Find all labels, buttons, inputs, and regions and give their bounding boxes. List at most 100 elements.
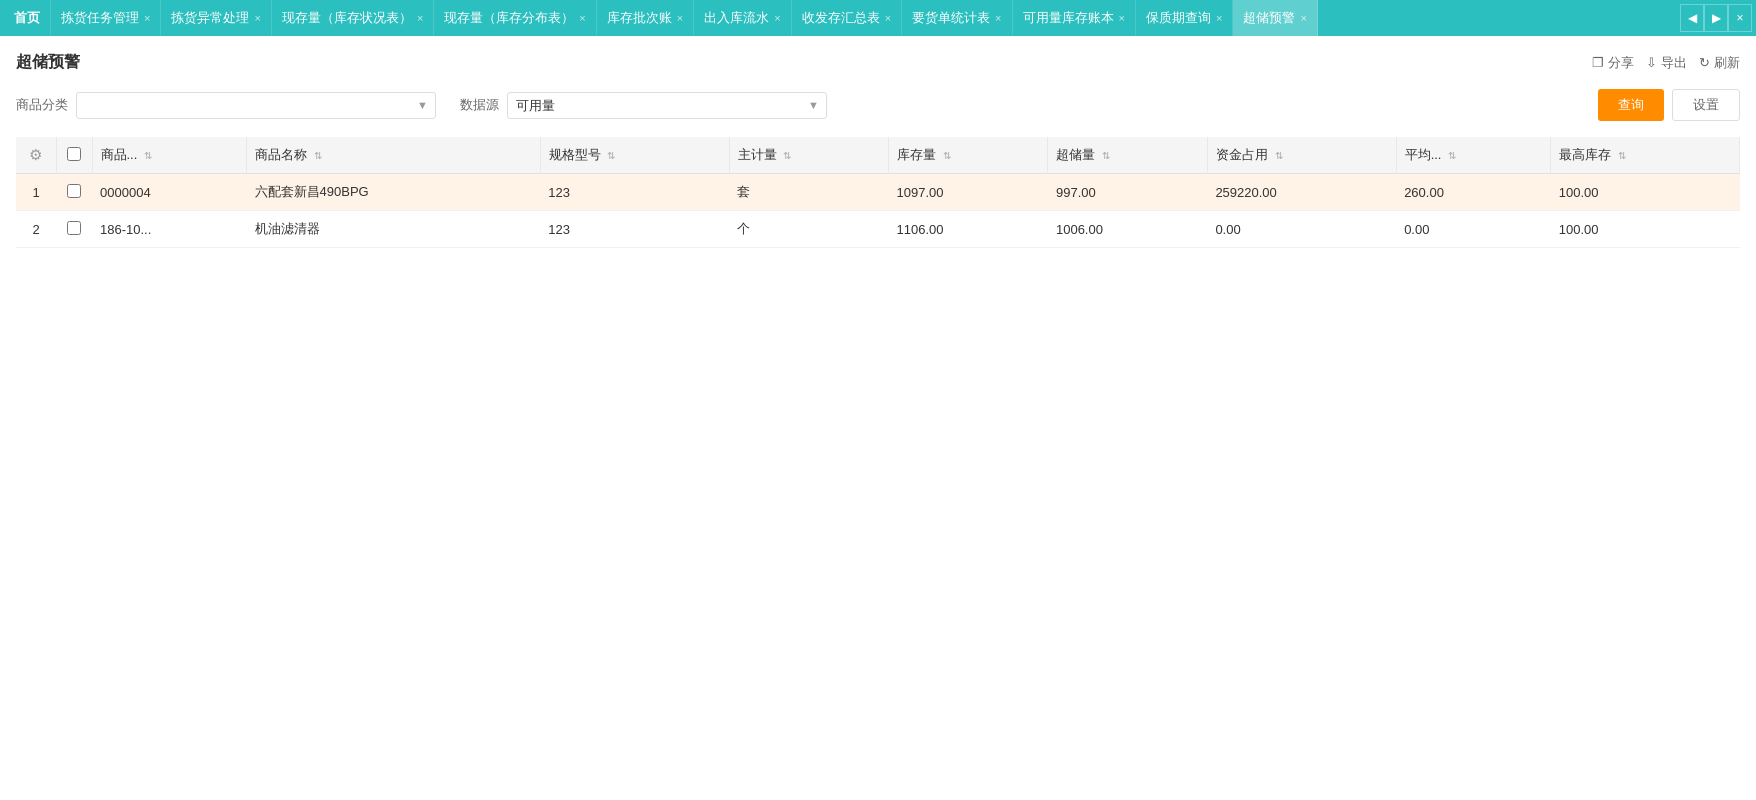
row-stock: 1106.00 — [889, 211, 1048, 248]
table-row: 1 0000004 六配套新昌490BPG 123 套 1097.00 997.… — [16, 174, 1740, 211]
refresh-button[interactable]: ↻ 刷新 — [1699, 54, 1740, 72]
settings-button[interactable]: 设置 — [1672, 89, 1740, 121]
export-icon: ⇩ — [1646, 55, 1657, 70]
nav-order-statistics[interactable]: 要货单统计表 × — [902, 0, 1012, 36]
datasource-filter-label: 数据源 — [460, 96, 499, 114]
row-avg: 260.00 — [1396, 174, 1551, 211]
category-select[interactable] — [76, 92, 436, 119]
row-avg: 0.00 — [1396, 211, 1551, 248]
column-max-stock: 最高库存 ⇅ — [1551, 137, 1740, 174]
row-index: 2 — [16, 211, 56, 248]
nav-packing-task[interactable]: 拣货任务管理 × — [51, 0, 161, 36]
nav-prev-button[interactable]: ◀ — [1680, 4, 1704, 32]
close-icon[interactable]: × — [1216, 12, 1222, 24]
nav-stock-status[interactable]: 现存量（库存状况表） × — [272, 0, 434, 36]
category-filter-group: 商品分类 ▼ — [16, 92, 436, 119]
nav-home[interactable]: 首页 — [4, 0, 51, 36]
column-product-code: 商品... ⇅ — [92, 137, 247, 174]
filter-row: 商品分类 ▼ 数据源 可用量 ▼ 查询 设置 — [16, 89, 1740, 121]
row-checkbox[interactable] — [67, 184, 81, 198]
close-icon[interactable]: × — [579, 12, 585, 24]
column-avg: 平均... ⇅ — [1396, 137, 1551, 174]
category-select-wrapper: ▼ — [76, 92, 436, 119]
column-checkbox — [56, 137, 92, 174]
close-icon[interactable]: × — [417, 12, 423, 24]
nav-packing-exception[interactable]: 拣货异常处理 × — [161, 0, 271, 36]
table-body: 1 0000004 六配套新昌490BPG 123 套 1097.00 997.… — [16, 174, 1740, 248]
gear-icon[interactable]: ⚙ — [29, 146, 42, 163]
sort-icon[interactable]: ⇅ — [1618, 150, 1626, 161]
sort-icon[interactable]: ⇅ — [943, 150, 951, 161]
select-all-checkbox[interactable] — [67, 147, 81, 161]
filter-buttons: 查询 设置 — [1598, 89, 1740, 121]
column-unit: 主计量 ⇅ — [729, 137, 888, 174]
header-actions: ❐ 分享 ⇩ 导出 ↻ 刷新 — [1592, 54, 1740, 72]
sort-icon[interactable]: ⇅ — [144, 150, 152, 161]
sort-icon[interactable]: ⇅ — [1102, 150, 1110, 161]
sort-icon[interactable]: ⇅ — [607, 150, 615, 161]
query-button[interactable]: 查询 — [1598, 89, 1664, 121]
row-max-stock: 100.00 — [1551, 174, 1740, 211]
close-icon[interactable]: × — [144, 12, 150, 24]
close-icon[interactable]: × — [1300, 12, 1306, 24]
nav-shelf-life[interactable]: 保质期查询 × — [1136, 0, 1233, 36]
close-icon[interactable]: × — [1119, 12, 1125, 24]
datasource-select-wrapper: 可用量 ▼ — [507, 92, 827, 119]
nav-close-all-button[interactable]: × — [1728, 4, 1752, 32]
table-header: ⚙ 商品... ⇅ 商品名称 ⇅ 规格型号 ⇅ 主计量 — [16, 137, 1740, 174]
page-header: 超储预警 ❐ 分享 ⇩ 导出 ↻ 刷新 — [16, 52, 1740, 73]
nav-overstock-warning[interactable]: 超储预警 × — [1233, 0, 1317, 36]
column-spec: 规格型号 ⇅ — [540, 137, 729, 174]
column-stock: 库存量 ⇅ — [889, 137, 1048, 174]
row-checkbox-cell — [56, 174, 92, 211]
row-checkbox-cell — [56, 211, 92, 248]
close-icon[interactable]: × — [254, 12, 260, 24]
top-navigation: 首页 拣货任务管理 × 拣货异常处理 × 现存量（库存状况表） × 现存量（库存… — [0, 0, 1756, 36]
share-button[interactable]: ❐ 分享 — [1592, 54, 1634, 72]
datasource-select[interactable]: 可用量 — [507, 92, 827, 119]
close-icon[interactable]: × — [677, 12, 683, 24]
nav-arrows: ◀ ▶ × — [1680, 4, 1752, 32]
nav-inout-flow[interactable]: 出入库流水 × — [694, 0, 791, 36]
column-capital: 资金占用 ⇅ — [1207, 137, 1396, 174]
row-capital: 0.00 — [1207, 211, 1396, 248]
row-stock: 1097.00 — [889, 174, 1048, 211]
nav-batch-ledger[interactable]: 库存批次账 × — [597, 0, 694, 36]
row-spec: 123 — [540, 211, 729, 248]
column-gear: ⚙ — [16, 137, 56, 174]
row-product-code: 0000004 — [92, 174, 247, 211]
page-content: 超储预警 ❐ 分享 ⇩ 导出 ↻ 刷新 商品分类 ▼ — [0, 36, 1756, 800]
sort-icon[interactable]: ⇅ — [314, 150, 322, 161]
nav-available-ledger[interactable]: 可用量库存账本 × — [1013, 0, 1136, 36]
sort-icon[interactable]: ⇅ — [1448, 150, 1456, 161]
row-product-code: 186-10... — [92, 211, 247, 248]
row-index: 1 — [16, 174, 56, 211]
row-product-name: 六配套新昌490BPG — [247, 174, 541, 211]
nav-stock-distribution[interactable]: 现存量（库存分布表） × — [434, 0, 596, 36]
row-checkbox[interactable] — [67, 221, 81, 235]
row-capital: 259220.00 — [1207, 174, 1396, 211]
nav-recv-send-summary[interactable]: 收发存汇总表 × — [792, 0, 902, 36]
close-icon[interactable]: × — [885, 12, 891, 24]
sort-icon[interactable]: ⇅ — [1275, 150, 1283, 161]
column-overstock: 超储量 ⇅ — [1048, 137, 1207, 174]
nav-next-button[interactable]: ▶ — [1704, 4, 1728, 32]
refresh-icon: ↻ — [1699, 55, 1710, 70]
row-overstock: 1006.00 — [1048, 211, 1207, 248]
sort-icon[interactable]: ⇅ — [783, 150, 791, 161]
close-icon[interactable]: × — [995, 12, 1001, 24]
column-product-name: 商品名称 ⇅ — [247, 137, 541, 174]
row-overstock: 997.00 — [1048, 174, 1207, 211]
row-unit: 套 — [729, 174, 888, 211]
row-spec: 123 — [540, 174, 729, 211]
row-max-stock: 100.00 — [1551, 211, 1740, 248]
close-icon[interactable]: × — [774, 12, 780, 24]
share-icon: ❐ — [1592, 55, 1604, 70]
datasource-filter-group: 数据源 可用量 ▼ — [460, 92, 827, 119]
table-row: 2 186-10... 机油滤清器 123 个 1106.00 1006.00 … — [16, 211, 1740, 248]
row-unit: 个 — [729, 211, 888, 248]
page-title: 超储预警 — [16, 52, 80, 73]
row-product-name: 机油滤清器 — [247, 211, 541, 248]
category-filter-label: 商品分类 — [16, 96, 68, 114]
export-button[interactable]: ⇩ 导出 — [1646, 54, 1687, 72]
